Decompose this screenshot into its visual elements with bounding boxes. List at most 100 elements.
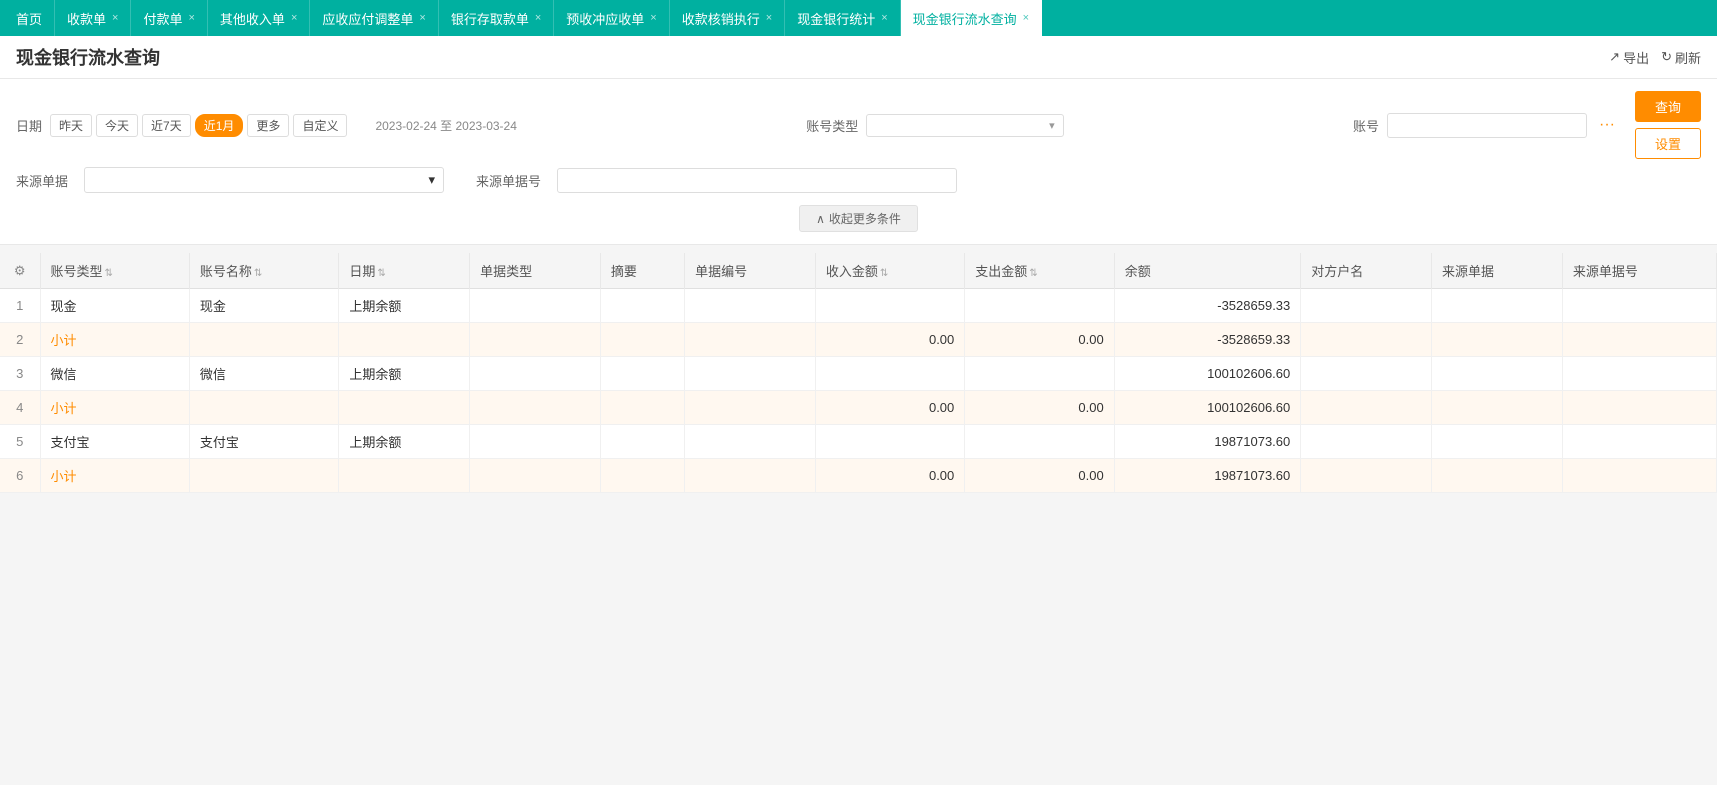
close-ar-ap-icon[interactable]: × xyxy=(419,12,425,24)
date-7days[interactable]: 近7天 xyxy=(142,114,191,137)
cell-doc-type xyxy=(470,459,601,493)
cell-source-doc xyxy=(1432,357,1563,391)
nav-home[interactable]: 首页 xyxy=(4,0,55,36)
col-expense[interactable]: 支出金额⇅ xyxy=(965,253,1114,289)
account-type-select[interactable]: ▾ xyxy=(866,114,1063,137)
cell-balance: -3528659.33 xyxy=(1114,323,1301,357)
header-actions: ↗ 导出 ↻ 刷新 xyxy=(1609,48,1701,67)
cell-doc-type xyxy=(470,391,601,425)
close-collection-exec-icon[interactable]: × xyxy=(766,12,772,24)
nav-cash-bank-stat[interactable]: 现金银行统计 × xyxy=(785,0,900,36)
cell-source-doc xyxy=(1432,391,1563,425)
close-bank-deposit-icon[interactable]: × xyxy=(535,12,541,24)
cell-date: 上期余额 xyxy=(339,289,470,323)
data-table: ⚙ 账号类型⇅ 账号名称⇅ 日期⇅ 单据类型 摘要 单据编号 收入金额⇅ xyxy=(0,253,1717,493)
close-cash-bank-stat-icon[interactable]: × xyxy=(881,12,887,24)
cell-source-doc-no xyxy=(1562,323,1716,357)
source-doc-no-input[interactable] xyxy=(557,168,957,193)
cell-account-type: 微信 xyxy=(40,357,189,391)
cell-income: 0.00 xyxy=(815,391,964,425)
table-row: 4小计0.000.00100102606.60 xyxy=(0,391,1717,425)
collapse-icon: ∧ xyxy=(816,212,825,226)
col-settings[interactable]: ⚙ xyxy=(0,253,40,289)
cell-source-doc-no xyxy=(1562,459,1716,493)
filter-row-2: 来源单据 ▾ 来源单据号 xyxy=(16,167,1701,193)
cell-balance: 19871073.60 xyxy=(1114,459,1301,493)
cell-income: 0.00 xyxy=(815,459,964,493)
close-advance-offset-icon[interactable]: × xyxy=(650,12,656,24)
cell-source-doc-no xyxy=(1562,391,1716,425)
cell-source-doc xyxy=(1432,425,1563,459)
col-counterparty: 对方户名 xyxy=(1301,253,1432,289)
sort-account-name-icon: ⇅ xyxy=(254,268,262,279)
filter-row-1: 日期 昨天 今天 近7天 近1月 更多 自定义 2023-02-24 至 202… xyxy=(16,91,1701,159)
close-other-income-icon[interactable]: × xyxy=(291,12,297,24)
gear-icon[interactable]: ⚙ xyxy=(14,263,26,278)
col-income[interactable]: 收入金额⇅ xyxy=(815,253,964,289)
cell-index: 5 xyxy=(0,425,40,459)
date-today[interactable]: 今天 xyxy=(96,114,138,137)
page-title: 现金银行流水查询 xyxy=(16,44,160,70)
cell-doc-no xyxy=(685,459,816,493)
col-account-name[interactable]: 账号名称⇅ xyxy=(189,253,338,289)
source-doc-label: 来源单据 xyxy=(16,171,68,190)
cell-balance: 19871073.60 xyxy=(1114,425,1301,459)
sort-date-icon: ⇅ xyxy=(377,268,385,279)
nav-other-income[interactable]: 其他收入单 × xyxy=(208,0,310,36)
cell-account-name xyxy=(189,323,338,357)
cell-date: 上期余额 xyxy=(339,357,470,391)
cell-doc-no xyxy=(685,323,816,357)
cell-account-type: 小计 xyxy=(40,459,189,493)
nav-payments[interactable]: 付款单 × xyxy=(131,0,207,36)
nav-ar-ap[interactable]: 应收应付调整单 × xyxy=(310,0,438,36)
cell-account-name xyxy=(189,391,338,425)
cell-counterparty xyxy=(1301,391,1432,425)
nav-cash-bank-flow[interactable]: 现金银行流水查询 × xyxy=(901,0,1042,36)
nav-bank-deposit[interactable]: 银行存取款单 × xyxy=(439,0,554,36)
date-custom[interactable]: 自定义 xyxy=(293,114,347,137)
cell-doc-no xyxy=(685,391,816,425)
cell-income xyxy=(815,357,964,391)
refresh-button[interactable]: ↻ 刷新 xyxy=(1661,48,1701,67)
cell-doc-no xyxy=(685,357,816,391)
col-date[interactable]: 日期⇅ xyxy=(339,253,470,289)
cell-expense: 0.00 xyxy=(965,323,1114,357)
account-dots-button[interactable]: ··· xyxy=(1595,116,1619,134)
collapse-button[interactable]: ∧ 收起更多条件 xyxy=(799,205,918,232)
source-doc-select[interactable]: ▾ xyxy=(84,167,444,193)
refresh-icon: ↻ xyxy=(1661,49,1672,65)
cell-index: 2 xyxy=(0,323,40,357)
cell-source-doc-no xyxy=(1562,425,1716,459)
cell-summary xyxy=(600,289,684,323)
cell-balance: 100102606.60 xyxy=(1114,391,1301,425)
cell-counterparty xyxy=(1301,425,1432,459)
cell-account-type: 支付宝 xyxy=(40,425,189,459)
export-button[interactable]: ↗ 导出 xyxy=(1609,48,1649,67)
close-cash-bank-flow-icon[interactable]: × xyxy=(1023,12,1029,24)
cell-counterparty xyxy=(1301,357,1432,391)
sort-account-type-icon: ⇅ xyxy=(105,268,113,279)
date-label: 日期 xyxy=(16,116,42,135)
date-more[interactable]: 更多 xyxy=(247,114,289,137)
cell-summary xyxy=(600,323,684,357)
filter-area: 日期 昨天 今天 近7天 近1月 更多 自定义 2023-02-24 至 202… xyxy=(0,79,1717,245)
date-options: 昨天 今天 近7天 近1月 更多 自定义 xyxy=(50,114,347,137)
date-yesterday[interactable]: 昨天 xyxy=(50,114,92,137)
close-payments-icon[interactable]: × xyxy=(188,12,194,24)
cell-index: 1 xyxy=(0,289,40,323)
cell-account-name: 现金 xyxy=(189,289,338,323)
query-button[interactable]: 查询 xyxy=(1635,91,1701,122)
nav-receipts[interactable]: 收款单 × xyxy=(55,0,131,36)
cell-date xyxy=(339,459,470,493)
col-account-type[interactable]: 账号类型⇅ xyxy=(40,253,189,289)
cell-date xyxy=(339,391,470,425)
account-input[interactable] xyxy=(1387,113,1587,138)
settings-button[interactable]: 设置 xyxy=(1635,128,1701,159)
date-1month[interactable]: 近1月 xyxy=(195,114,244,137)
nav-collection-exec[interactable]: 收款核销执行 × xyxy=(670,0,785,36)
cell-source-doc xyxy=(1432,323,1563,357)
cell-balance: 100102606.60 xyxy=(1114,357,1301,391)
close-receipts-icon[interactable]: × xyxy=(112,12,118,24)
cell-doc-type xyxy=(470,289,601,323)
nav-advance-offset[interactable]: 预收冲应收单 × xyxy=(554,0,669,36)
